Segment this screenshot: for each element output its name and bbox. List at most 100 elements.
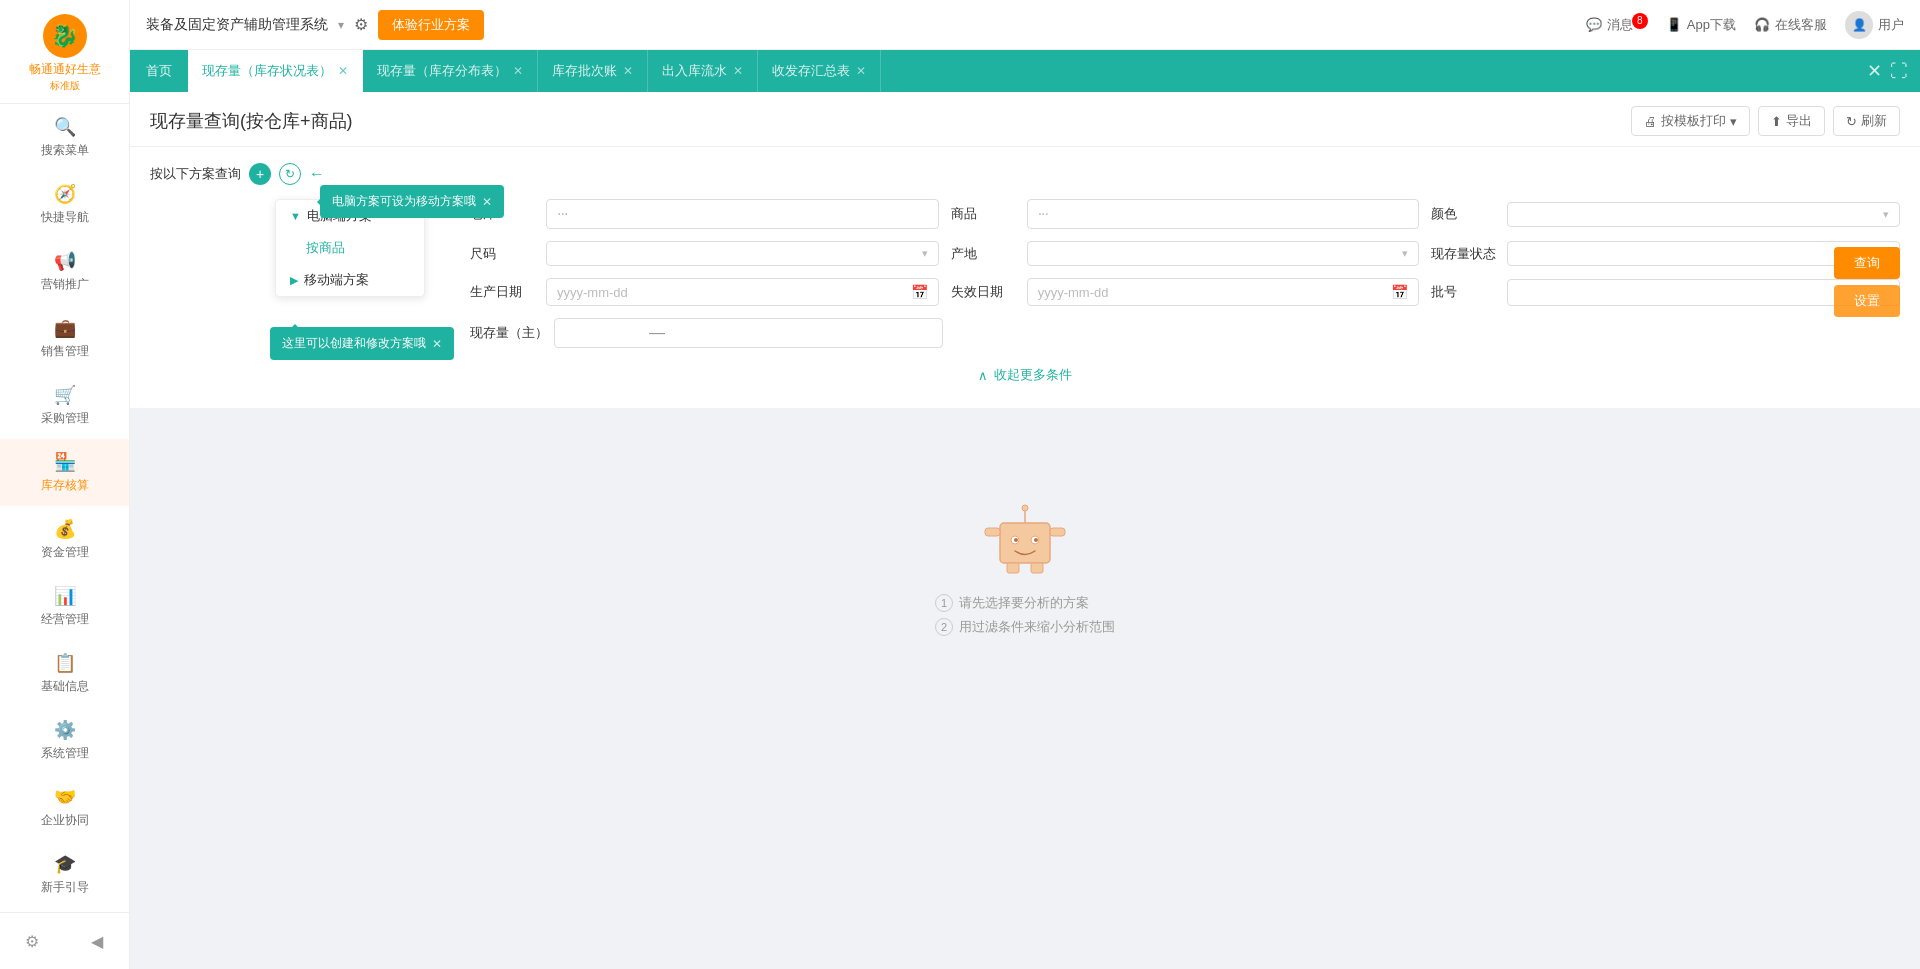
tooltip-text: 电脑方案可设为移动方案哦	[332, 193, 476, 210]
header-right: 💬 消息 8 📱 App下载 🎧 在线客服 👤 用户	[1586, 11, 1904, 39]
user-menu[interactable]: 👤 用户	[1845, 11, 1904, 39]
prod-date-field: 生产日期 yyyy-mm-dd 📅	[470, 278, 939, 306]
sidebar-item-system[interactable]: ⚙️系统管理	[0, 707, 129, 774]
operations-icon: 📊	[54, 585, 76, 607]
color-field: 颜色 ▾	[1431, 199, 1900, 229]
exp-date-field: 失效日期 yyyy-mm-dd 📅	[951, 278, 1420, 306]
goods-input[interactable]: ···	[1027, 199, 1420, 229]
origin-input[interactable]: ▾	[1027, 241, 1420, 266]
refresh-button[interactable]: ↻ 刷新	[1833, 106, 1900, 136]
tab-actions: ✕ ⛶	[1855, 60, 1920, 82]
sidebar-item-marketing[interactable]: 📢营销推广	[0, 238, 129, 305]
page-title: 现存量查询(按仓库+商品)	[150, 109, 353, 133]
tab-inventory-dist[interactable]: 现存量（库存分布表） ✕	[363, 50, 538, 92]
search-button[interactable]: 查询	[1834, 247, 1900, 279]
refresh-icon: ↻	[1846, 114, 1857, 129]
nav-label: 采购管理	[41, 410, 89, 427]
user-avatar: 👤	[1845, 11, 1873, 39]
tab-in-out-flow[interactable]: 出入库流水 ✕	[648, 50, 758, 92]
exp-date-input[interactable]: yyyy-mm-dd 📅	[1027, 278, 1420, 306]
filter-refresh-button[interactable]: ↻	[279, 163, 301, 185]
stock-status-label: 现存量状态	[1431, 245, 1501, 263]
sidebar-item-purchase[interactable]: 🛒采购管理	[0, 372, 129, 439]
sidebar-item-search[interactable]: 🔍搜索菜单	[0, 104, 129, 171]
prod-date-input[interactable]: yyyy-mm-dd 📅	[546, 278, 939, 306]
reset-button[interactable]: 设置	[1834, 285, 1900, 317]
print-template-button[interactable]: 🖨 按模板打印 ▾	[1631, 106, 1750, 136]
sidebar-item-inventory[interactable]: 🏪库存核算	[0, 439, 129, 506]
sidebar-logo: 🐉 畅通通好生意 标准版	[0, 0, 129, 104]
online-support-button[interactable]: 🎧 在线客服	[1754, 16, 1827, 34]
inventory-icon: 🏪	[54, 451, 76, 473]
origin-field: 产地 ▾	[951, 241, 1420, 266]
chevron-down-icon: ▾	[922, 247, 928, 260]
filter-row-3: 生产日期 yyyy-mm-dd 📅 失效日期 yyyy-mm-dd 📅	[470, 278, 1900, 306]
chevron-right-icon: ▶	[290, 274, 298, 287]
filter-add-button[interactable]: +	[249, 163, 271, 185]
tab-close-all-icon[interactable]: ✕	[1867, 60, 1882, 82]
system-dropdown[interactable]: ▾	[338, 18, 344, 32]
svg-rect-10	[1031, 563, 1043, 573]
collapse-button[interactable]: ∧ 收起更多条件	[150, 358, 1900, 392]
sidebar-item-sales[interactable]: 💼销售管理	[0, 305, 129, 372]
scheme-subitem-goods[interactable]: 按商品	[276, 232, 424, 264]
tab-bar: 首页 现存量（库存状况表） ✕ 现存量（库存分布表） ✕ 库存批次账 ✕ 出入库…	[130, 50, 1920, 92]
sidebar-item-finance[interactable]: 💰资金管理	[0, 506, 129, 573]
dots-icon: ···	[557, 205, 567, 223]
scheme-sub-label: 按商品	[306, 239, 345, 257]
main-content: 装备及固定资产辅助管理系统 ▾ ⚙ 体验行业方案 💬 消息 8 📱 App下载 …	[130, 0, 1920, 969]
filter-label: 按以下方案查询	[150, 165, 241, 183]
filter-row-2: 尺码 ▾ 产地 ▾ 现存量状态	[470, 241, 1900, 266]
tab-close-icon[interactable]: ✕	[513, 64, 523, 78]
headset-icon: 🎧	[1754, 17, 1770, 32]
sidebar-item-basic[interactable]: 📋基础信息	[0, 640, 129, 707]
exp-date-label: 失效日期	[951, 283, 1021, 301]
color-input[interactable]: ▾	[1507, 202, 1900, 227]
tab-close-icon[interactable]: ✕	[623, 64, 633, 78]
stock-status-field: 现存量状态 ▾	[1431, 241, 1900, 266]
nav-label: 经营管理	[41, 611, 89, 628]
settings-button[interactable]: ⚙	[14, 923, 50, 959]
filter-fields: 仓库 ··· 商品 ··· 颜色	[470, 199, 1900, 348]
message-badge: 8	[1632, 13, 1648, 29]
tooltip-close2-button[interactable]: ✕	[432, 337, 442, 351]
sidebar-item-nav[interactable]: 🧭快捷导航	[0, 171, 129, 238]
experience-button[interactable]: 体验行业方案	[378, 10, 484, 40]
message-button[interactable]: 💬 消息 8	[1586, 16, 1648, 34]
size-input[interactable]: ▾	[546, 241, 939, 266]
sidebar-item-guide[interactable]: 🎓新手引导	[0, 841, 129, 908]
filter-back-button[interactable]: ←	[309, 165, 325, 183]
tab-label: 库存批次账	[552, 62, 617, 80]
tab-home[interactable]: 首页	[130, 50, 188, 92]
stock-qty-range[interactable]: —	[554, 318, 943, 348]
svg-point-6	[1022, 505, 1028, 511]
scheme-item-mobile[interactable]: ▶ 移动端方案	[276, 264, 424, 296]
tab-close-icon[interactable]: ✕	[856, 64, 866, 78]
tab-batch-account[interactable]: 库存批次账 ✕	[538, 50, 648, 92]
range-to-input[interactable]	[669, 326, 749, 341]
warehouse-input[interactable]: ···	[546, 199, 939, 229]
btn-group-right: 查询 设置	[1834, 247, 1900, 317]
app-download-button[interactable]: 📱 App下载	[1666, 16, 1736, 34]
range-from-input[interactable]	[565, 326, 645, 341]
system-icon: ⚙️	[54, 719, 76, 741]
range-dash: —	[649, 324, 665, 342]
sidebar-item-operations[interactable]: 📊 经营管理	[0, 573, 129, 640]
empty-icon	[975, 488, 1075, 578]
empty-step1: 1 请先选择要分析的方案	[935, 594, 1115, 612]
collapse-button[interactable]: ◀	[79, 923, 115, 959]
sidebar-item-enterprise[interactable]: 🤝企业协同	[0, 774, 129, 841]
marketing-icon: 📢	[54, 250, 76, 272]
page-header: 现存量查询(按仓库+商品) 🖨 按模板打印 ▾ ⬆ 导出 ↻ 刷新	[130, 92, 1920, 147]
logo-icon: 🐉	[43, 14, 87, 58]
finance-icon: 💰	[54, 518, 76, 540]
tooltip-close-button[interactable]: ✕	[482, 195, 492, 209]
gear-icon[interactable]: ⚙	[354, 15, 368, 34]
tab-inventory-status[interactable]: 现存量（库存状况表） ✕	[188, 50, 363, 92]
tab-collect-summary[interactable]: 收发存汇总表 ✕	[758, 50, 881, 92]
tab-close-icon[interactable]: ✕	[733, 64, 743, 78]
export-button[interactable]: ⬆ 导出	[1758, 106, 1825, 136]
tab-fullscreen-icon[interactable]: ⛶	[1890, 61, 1908, 82]
tab-close-icon[interactable]: ✕	[338, 64, 348, 78]
chevron-down-icon: ▾	[1402, 247, 1408, 260]
